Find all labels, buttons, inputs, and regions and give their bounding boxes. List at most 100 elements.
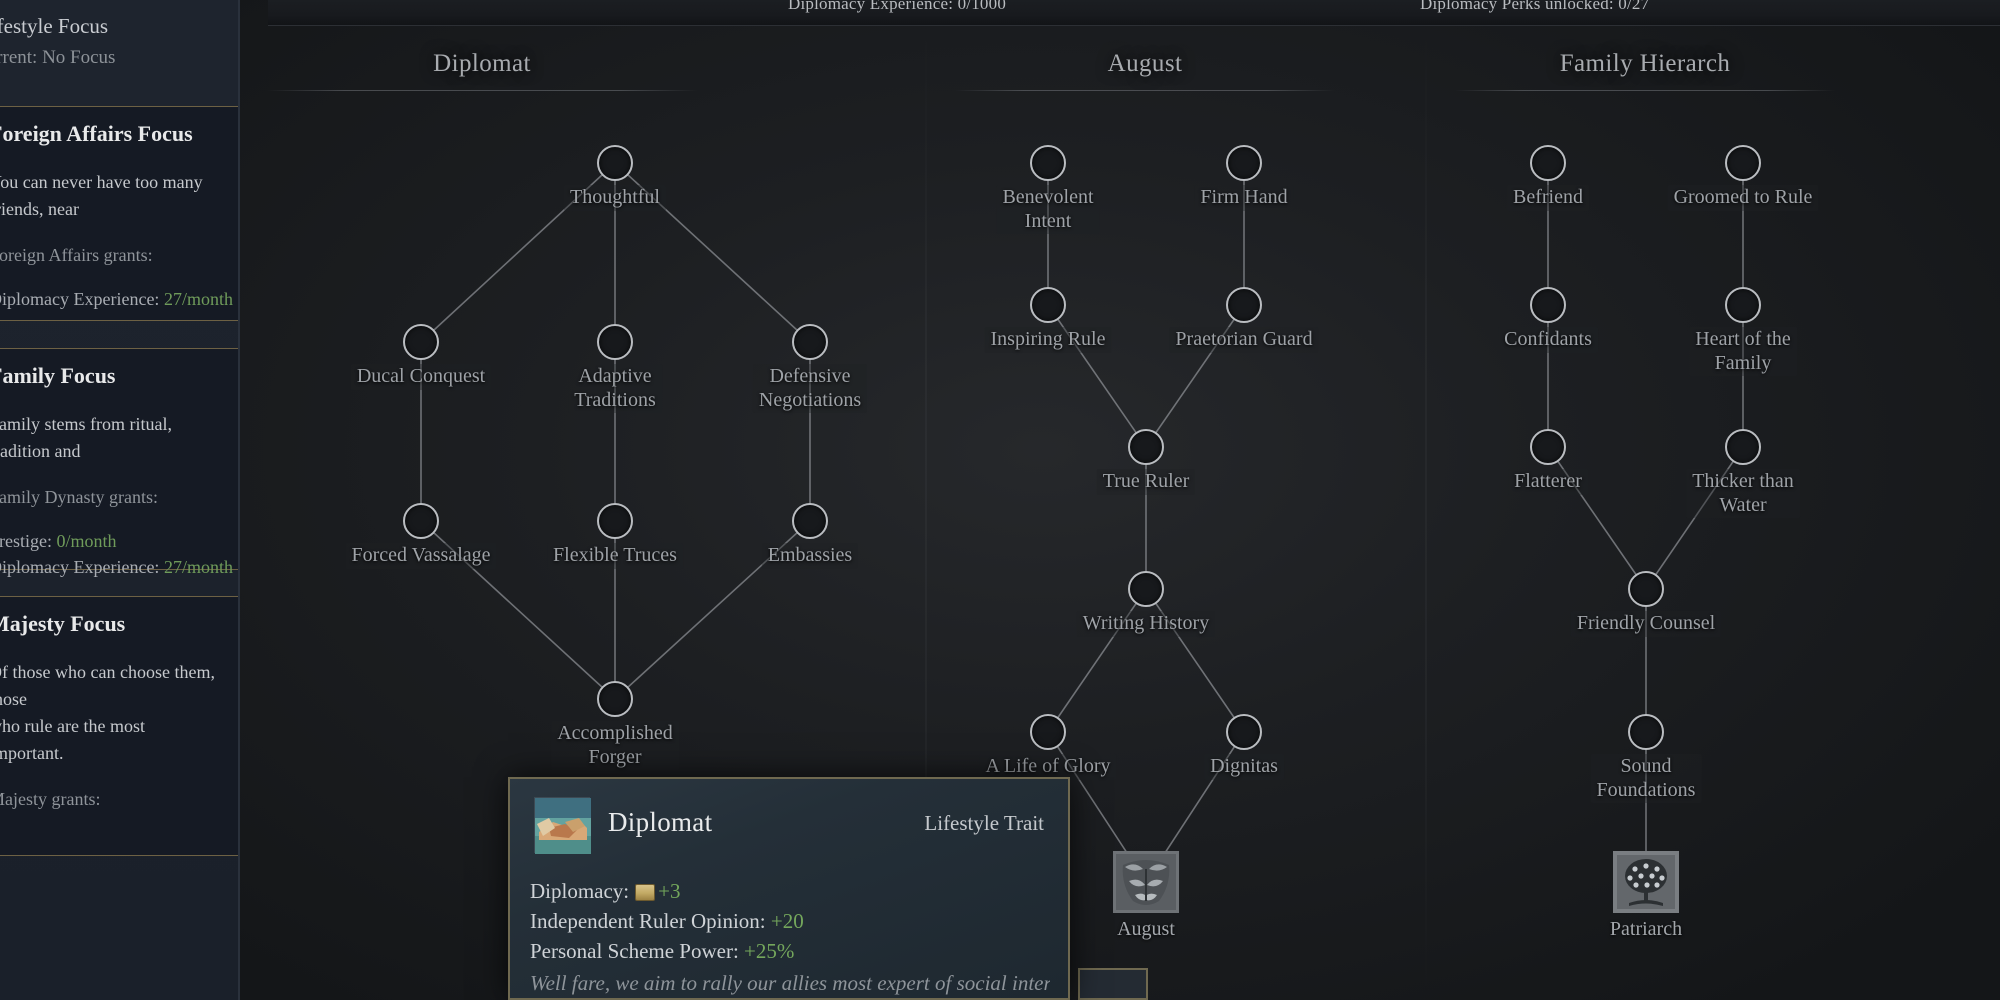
sidebar-header: Lifestyle Focus Current: No Focus — [0, 14, 238, 69]
perk-node-heart-of-the-family[interactable] — [1725, 287, 1761, 323]
focus-card-title: Foreign Affairs Focus — [0, 121, 193, 146]
perk-node-label-thicker-than-water: Thicker than Water — [1686, 469, 1800, 519]
perk-node-true-ruler[interactable] — [1128, 429, 1164, 465]
bottom-panel-fragment — [1078, 968, 1148, 1000]
grant-label: Diplomacy Experience: — [0, 289, 164, 309]
perk-node-label-flatterer: Flatterer — [1508, 469, 1588, 495]
perk-node-dignitas[interactable] — [1226, 714, 1262, 750]
handshake-icon — [534, 797, 591, 854]
perk-column-title-diplomat: Diplomat — [433, 50, 531, 77]
perk-node-label-true-ruler: True Ruler — [1096, 469, 1196, 495]
tooltip-stat-label: Diplomacy: — [530, 879, 630, 903]
grant-value: 0/month — [56, 531, 117, 551]
perk-node-writing-history[interactable] — [1128, 571, 1164, 607]
tooltip-stat-row: Independent Ruler Opinion: +20 — [530, 907, 804, 937]
perk-column-divider — [1455, 90, 1835, 91]
perk-node-label-adaptive-traditions: Adaptive Traditions — [568, 364, 662, 414]
perk-node-thoughtful[interactable] — [597, 145, 633, 181]
perk-column-title-august: August — [1107, 50, 1183, 77]
focus-card-description: You can never have too many friends, nea… — [0, 172, 203, 219]
focus-card-description: Of those who can choose them, those who … — [0, 662, 215, 763]
perk-node-flexible-truces[interactable] — [597, 503, 633, 539]
tooltip-stat-value: +3 — [658, 879, 681, 903]
perk-node-sound-foundations[interactable] — [1628, 714, 1664, 750]
perk-column-title-family-hierarch: Family Hierarch — [1559, 50, 1731, 77]
perk-node-label-flexible-truces: Flexible Truces — [547, 543, 683, 569]
lifestyle-focus-sidebar[interactable]: Lifestyle Focus Current: No Focus Foreig… — [0, 0, 240, 1000]
perk-node-label-writing-history: Writing History — [1076, 611, 1216, 637]
focus-card-title: Majesty Focus — [0, 611, 126, 636]
perk-node-benevolent-intent[interactable] — [1030, 145, 1066, 181]
focus-card-family-focus[interactable]: Family Focus Family stems from ritual, tr… — [0, 348, 238, 577]
tooltip-stat-value: +20 — [770, 908, 804, 933]
perk-node-label-inspiring-rule: Inspiring Rule — [984, 327, 1112, 353]
sidebar-title: Lifestyle Focus — [0, 14, 109, 38]
perk-node-ducal-conquest[interactable] — [403, 324, 439, 360]
perk-node-a-life-of-glory[interactable] — [1030, 714, 1066, 750]
perk-tree: Diplomat August Family Hierarch Thoughtful… — [240, 26, 2000, 1000]
perk-node-label-thoughtful: Thoughtful — [564, 185, 666, 211]
grant-label: Prestige: — [0, 531, 52, 551]
perk-node-confidants[interactable] — [1530, 287, 1566, 323]
perk-node-label-praetorian-guard: Praetorian Guard — [1169, 327, 1319, 353]
current-focus-label: Current: No Focus — [0, 47, 116, 68]
perk-node-flatterer[interactable] — [1530, 429, 1566, 465]
tooltip-header: Diplomat Lifestyle Trait — [530, 795, 1048, 857]
perk-node-thicker-than-water[interactable] — [1725, 429, 1761, 465]
trait-tooltip: Diplomat Lifestyle Trait Diplomacy: +3 Ind… — [508, 777, 1070, 1000]
perk-node-label-sound-foundations: Sound Foundations — [1590, 754, 1702, 804]
focus-card-grant-row: Prestige: 0/month — [0, 528, 221, 554]
perk-node-forced-vassalage[interactable] — [403, 503, 439, 539]
lifestyle-header-bar: Diplomacy Experience: 0/1000 Diplomacy P… — [268, 0, 2000, 26]
grant-value: 27/month — [163, 557, 233, 578]
tooltip-stat-value: +25% — [744, 938, 795, 963]
perk-node-label-accomplished-forger: Accomplished Forger — [551, 721, 679, 771]
tooltip-stat-list: Diplomacy: +3 Independent Ruler Opinion: +… — [530, 877, 804, 966]
perk-node-label-dignitas: Dignitas — [1204, 754, 1284, 780]
focus-card-foreign-affairs-focus[interactable]: Foreign Affairs Focus You can never have … — [0, 106, 238, 321]
perk-node-label-defensive-negotiations: Defensive Negotiations — [752, 364, 868, 414]
focus-card-title: Family Focus — [0, 363, 116, 388]
perk-node-label-embassies: Embassies — [761, 543, 859, 569]
perk-node-praetorian-guard[interactable] — [1226, 287, 1262, 323]
scroll-icon — [635, 884, 656, 901]
focus-card-description: Family stems from ritual, tradition and — [0, 414, 172, 461]
perk-column-divider — [955, 90, 1335, 91]
focus-card-grants-label: Family Dynasty grants: — [0, 487, 158, 507]
perk-node-friendly-counsel[interactable] — [1628, 571, 1664, 607]
perk-node-label-forced-vassalage: Forced Vassalage — [345, 543, 497, 569]
perk-node-inspiring-rule[interactable] — [1030, 287, 1066, 323]
perk-node-firm-hand[interactable] — [1226, 145, 1262, 181]
family-tree-icon[interactable] — [1613, 851, 1679, 913]
focus-card-grants-label: Foreign Affairs grants: — [0, 245, 153, 265]
diplomacy-experience-label: Diplomacy Experience: 0/1000 — [788, 0, 1007, 13]
perk-node-accomplished-forger[interactable] — [597, 681, 633, 717]
tooltip-stat-label: Personal Scheme Power: — [530, 938, 739, 963]
perk-node-groomed-to-rule[interactable] — [1725, 145, 1761, 181]
grant-value: 27/month — [163, 289, 233, 309]
tooltip-trait-kind: Lifestyle Trait — [924, 811, 1044, 835]
perk-node-embassies[interactable] — [792, 503, 828, 539]
perk-node-label-befriend: Befriend — [1507, 185, 1589, 211]
trait-label-patriarch: Patriarch — [1609, 918, 1683, 940]
diplomacy-perks-label: Diplomacy Perks unlocked: 0/27 — [1420, 0, 1650, 13]
perk-node-adaptive-traditions[interactable] — [597, 324, 633, 360]
trait-label-august: August — [1117, 918, 1175, 940]
tooltip-flavor-text: Well fare, we aim to rally our allies mo… — [530, 971, 1050, 995]
perk-node-label-benevolent-intent: Benevolent Intent — [996, 185, 1100, 235]
laurel-wreath-icon[interactable] — [1113, 851, 1179, 913]
focus-card-grants-label: Majesty grants: — [0, 789, 101, 809]
grant-label: Diplomacy Experience: — [0, 557, 164, 578]
perk-node-label-confidants: Confidants — [1498, 327, 1598, 353]
perk-node-label-firm-hand: Firm Hand — [1194, 185, 1294, 211]
perk-node-label-heart-of-the-family: Heart of the Family — [1689, 327, 1797, 377]
perk-node-label-friendly-counsel: Friendly Counsel — [1570, 611, 1722, 637]
perk-node-label-groomed-to-rule: Groomed to Rule — [1667, 185, 1819, 211]
tooltip-trait-name: Diplomat — [608, 807, 713, 837]
tooltip-stat-row: Personal Scheme Power: +25% — [530, 937, 804, 967]
focus-card-majesty-focus[interactable]: Majesty Focus Of those who can choose the… — [0, 596, 238, 856]
perk-node-defensive-negotiations[interactable] — [792, 324, 828, 360]
perk-node-label-a-life-of-glory: A Life of Glory — [979, 754, 1117, 780]
perk-node-befriend[interactable] — [1530, 145, 1566, 181]
tooltip-stat-row: Diplomacy: +3 — [530, 877, 804, 907]
